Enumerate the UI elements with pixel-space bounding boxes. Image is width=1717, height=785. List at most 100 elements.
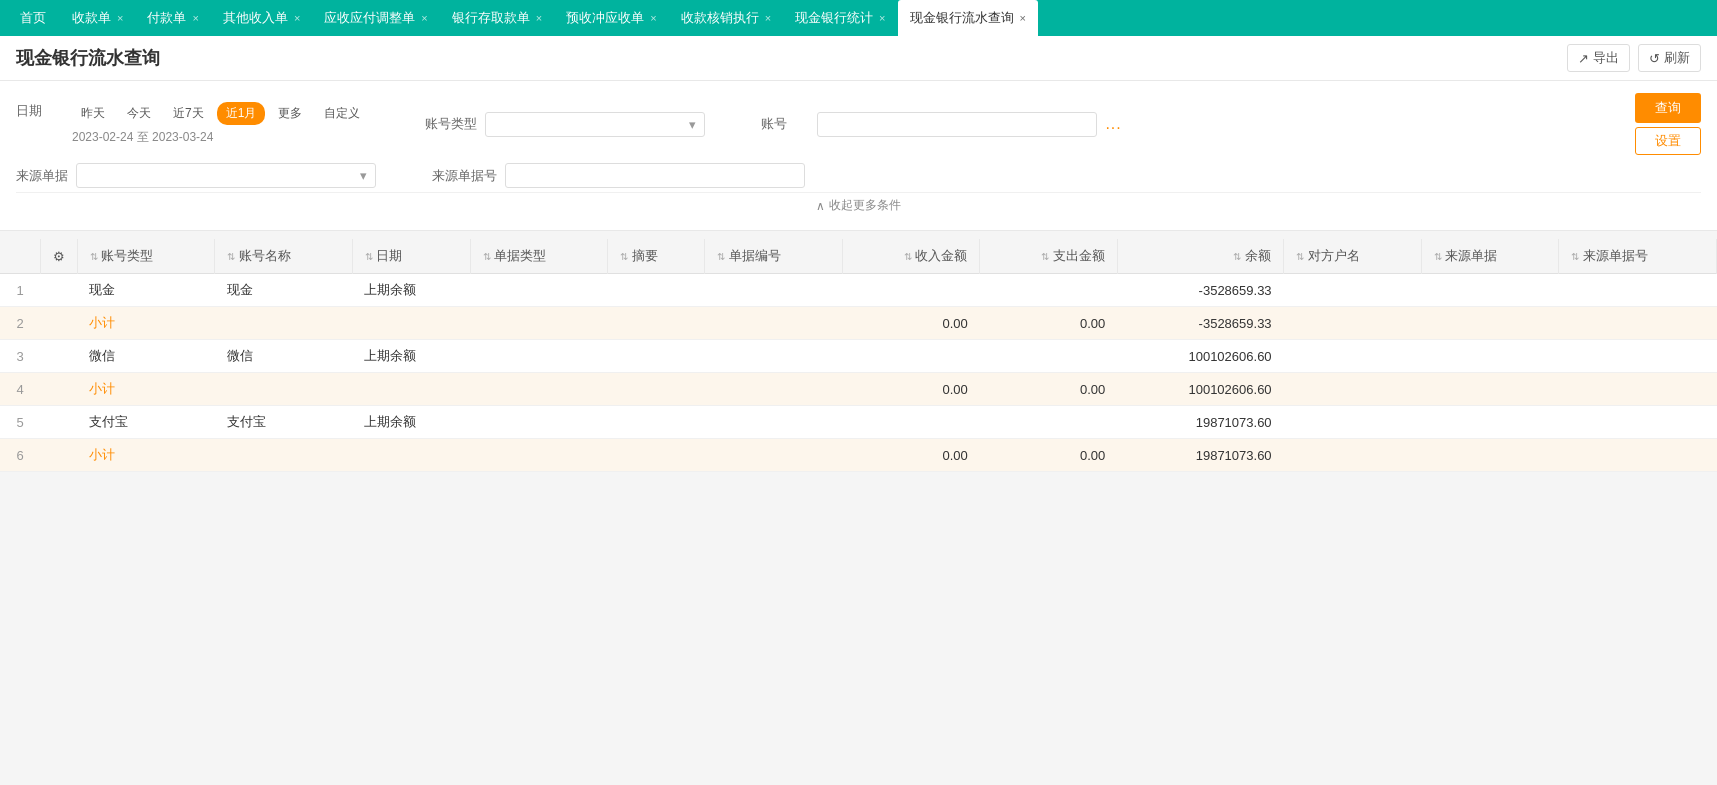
table-container: ⚙⇅ 账号类型⇅ 账号名称⇅ 日期⇅ 单据类型⇅ 摘要⇅ 单据编号⇅ 收入金额⇅…	[0, 239, 1717, 472]
table-body: 1现金现金上期余额-3528659.332小计0.000.00-3528659.…	[0, 274, 1717, 472]
col-header-balance[interactable]: ⇅ 余额	[1117, 239, 1283, 274]
cell-date: 上期余额	[352, 406, 470, 439]
table-row: 5支付宝支付宝上期余额19871073.60	[0, 406, 1717, 439]
sort-icon-voucher_type: ⇅	[483, 251, 491, 262]
export-button[interactable]: ↗ 导出	[1567, 44, 1630, 72]
account-input[interactable]	[817, 112, 1097, 137]
col-header-account_name[interactable]: ⇅ 账号名称	[215, 239, 353, 274]
col-header-summary[interactable]: ⇅ 摘要	[608, 239, 705, 274]
cell-balance: 19871073.60	[1117, 439, 1283, 472]
date-btn-今天[interactable]: 今天	[118, 102, 160, 125]
close-icon[interactable]: ×	[879, 12, 885, 24]
cell-account_type: 现金	[77, 274, 215, 307]
cell-income	[842, 274, 980, 307]
account-ellipsis[interactable]: ...	[1105, 115, 1121, 133]
date-btn-近7天[interactable]: 近7天	[164, 102, 213, 125]
nav-tab-现金银行流水查询[interactable]: 现金银行流水查询×	[898, 0, 1038, 36]
close-icon[interactable]: ×	[192, 12, 198, 24]
collapse-up-icon: ∧	[816, 199, 825, 213]
row-settings	[40, 373, 77, 406]
source-voucher-no-input[interactable]	[505, 163, 805, 188]
table-row: 4小计0.000.00100102606.60	[0, 373, 1717, 406]
date-btn-近1月[interactable]: 近1月	[217, 102, 266, 125]
filter-row-source: 来源单据 ▾ 来源单据号	[16, 163, 1701, 188]
collapse-button[interactable]: ∧ 收起更多条件	[16, 192, 1701, 218]
refresh-button[interactable]: ↺ 刷新	[1638, 44, 1701, 72]
col-header-date[interactable]: ⇅ 日期	[352, 239, 470, 274]
cell-account_name: 微信	[215, 340, 353, 373]
cell-counterparty	[1284, 307, 1422, 340]
cell-source_voucher	[1421, 274, 1559, 307]
account-type-select[interactable]: ▾	[485, 112, 705, 137]
nav-tab-付款单[interactable]: 付款单×	[135, 0, 210, 36]
cell-summary	[608, 274, 705, 307]
cell-date: 上期余额	[352, 274, 470, 307]
cell-counterparty	[1284, 373, 1422, 406]
source-voucher-select[interactable]: ▾	[76, 163, 376, 188]
cell-voucher_type	[470, 439, 608, 472]
nav-tab-预收冲应收单[interactable]: 预收冲应收单×	[554, 0, 668, 36]
col-header-voucher_no[interactable]: ⇅ 单据编号	[705, 239, 843, 274]
col-header-voucher_type[interactable]: ⇅ 单据类型	[470, 239, 608, 274]
row-settings	[40, 406, 77, 439]
col-header-income[interactable]: ⇅ 收入金额	[842, 239, 980, 274]
page-title: 现金银行流水查询	[16, 46, 160, 70]
cell-income	[842, 340, 980, 373]
cell-summary	[608, 307, 705, 340]
settings-button[interactable]: 设置	[1635, 127, 1701, 155]
nav-tab-现金银行统计[interactable]: 现金银行统计×	[783, 0, 897, 36]
close-icon[interactable]: ×	[1020, 12, 1026, 24]
nav-tab-银行存取款单[interactable]: 银行存取款单×	[440, 0, 554, 36]
nav-home[interactable]: 首页	[8, 9, 58, 27]
nav-tab-收款核销执行[interactable]: 收款核销执行×	[669, 0, 783, 36]
cell-voucher_no	[705, 439, 843, 472]
sort-icon-source_voucher: ⇅	[1434, 251, 1442, 262]
date-btn-昨天[interactable]: 昨天	[72, 102, 114, 125]
account-type-label: 账号类型	[425, 115, 477, 133]
close-icon[interactable]: ×	[294, 12, 300, 24]
cell-account_type: 支付宝	[77, 406, 215, 439]
col-header-source_voucher_no[interactable]: ⇅ 来源单据号	[1559, 239, 1717, 274]
close-icon[interactable]: ×	[536, 12, 542, 24]
refresh-icon: ↺	[1649, 51, 1660, 66]
cell-voucher_type	[470, 274, 608, 307]
col-header-account_type[interactable]: ⇅ 账号类型	[77, 239, 215, 274]
source-voucher-no-label: 来源单据号	[432, 167, 497, 185]
cell-account_name: 现金	[215, 274, 353, 307]
date-btn-更多[interactable]: 更多	[269, 102, 311, 125]
row-settings	[40, 340, 77, 373]
cell-summary	[608, 439, 705, 472]
cell-date: 上期余额	[352, 340, 470, 373]
row-num: 4	[0, 373, 40, 406]
close-icon[interactable]: ×	[650, 12, 656, 24]
close-icon[interactable]: ×	[765, 12, 771, 24]
col-header-settings[interactable]: ⚙	[40, 239, 77, 274]
nav-tab-其他收入单[interactable]: 其他收入单×	[211, 0, 312, 36]
col-header-counterparty[interactable]: ⇅ 对方户名	[1284, 239, 1422, 274]
cell-account_type: 小计	[77, 307, 215, 340]
cell-source_voucher	[1421, 373, 1559, 406]
sort-icon-account_name: ⇅	[227, 251, 235, 262]
cell-counterparty	[1284, 274, 1422, 307]
cell-source_voucher_no	[1559, 340, 1717, 373]
cell-summary	[608, 406, 705, 439]
cell-source_voucher_no	[1559, 274, 1717, 307]
nav-tab-收款单[interactable]: 收款单×	[60, 0, 135, 36]
row-settings	[40, 274, 77, 307]
cell-account_type: 小计	[77, 439, 215, 472]
account-label: 账号	[761, 115, 809, 133]
close-icon[interactable]: ×	[421, 12, 427, 24]
cell-voucher_no	[705, 373, 843, 406]
cell-balance: 19871073.60	[1117, 406, 1283, 439]
row-num: 3	[0, 340, 40, 373]
sort-up-icon: ⇅	[1041, 251, 1049, 262]
col-header-source_voucher[interactable]: ⇅ 来源单据	[1421, 239, 1559, 274]
nav-tab-应收应付调整单[interactable]: 应收应付调整单×	[312, 0, 439, 36]
main-table: ⚙⇅ 账号类型⇅ 账号名称⇅ 日期⇅ 单据类型⇅ 摘要⇅ 单据编号⇅ 收入金额⇅…	[0, 239, 1717, 472]
col-header-num[interactable]	[0, 239, 40, 274]
close-icon[interactable]: ×	[117, 12, 123, 24]
query-button[interactable]: 查询	[1635, 93, 1701, 123]
date-btn-自定义[interactable]: 自定义	[315, 102, 369, 125]
cell-voucher_type	[470, 373, 608, 406]
col-header-expense[interactable]: ⇅ 支出金额	[980, 239, 1118, 274]
